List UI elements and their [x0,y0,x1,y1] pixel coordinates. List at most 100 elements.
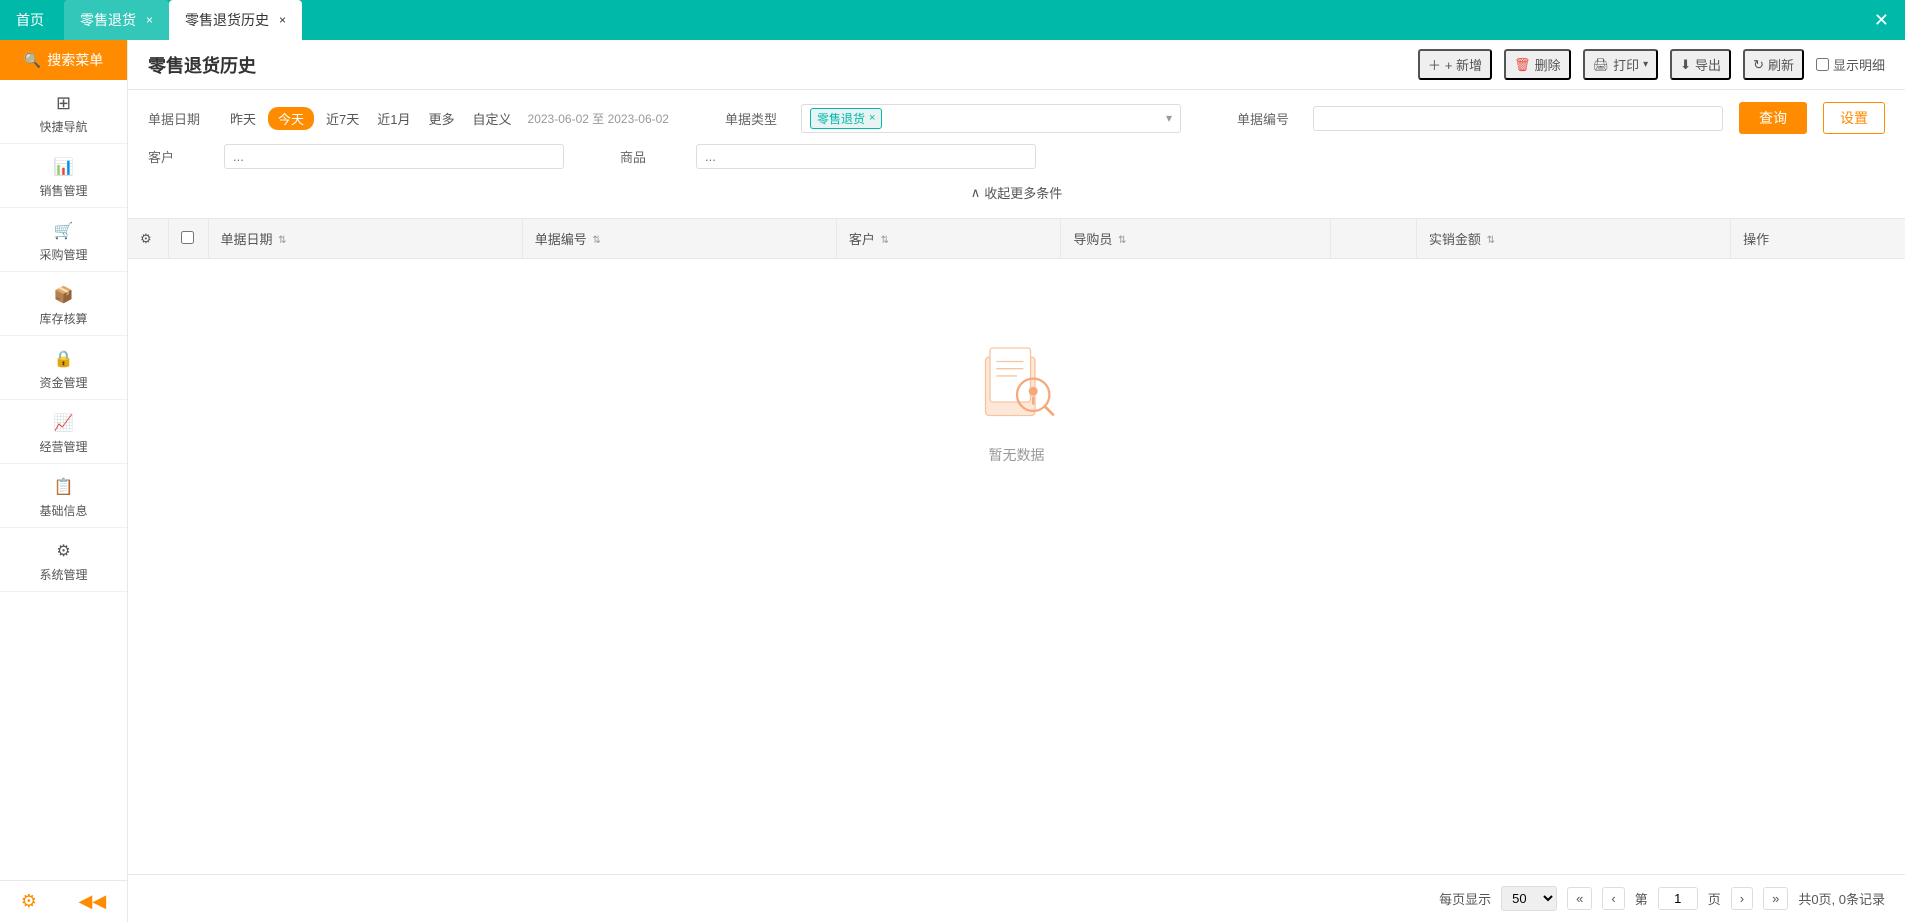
goods-filter-input[interactable] [696,144,1036,169]
collapse-up-icon: ∧ [971,185,981,201]
th-date-sort-icon[interactable]: ⇅ [278,235,286,246]
sidebar-search[interactable]: 🔍 搜索菜单 [0,40,127,80]
date-options: 昨天 今天 近7天 近1月 更多 自定义 2023-06-02 至 2023-0… [224,107,669,130]
sidebar-item-quick-nav-label: 快捷导航 [39,118,87,135]
tab-retail-return-history-close[interactable]: × [279,13,286,27]
refresh-icon: ↻ [1753,57,1764,73]
sidebar-item-operations[interactable]: 📈 经营管理 [0,400,127,464]
sidebar-item-sales-mgmt[interactable]: 📊 销售管理 [0,144,127,208]
first-page-button[interactable]: « [1567,887,1592,910]
th-guide-sort-icon[interactable]: ⇅ [1118,235,1126,246]
tab-retail-return-history[interactable]: 零售退货历史 × [169,0,302,40]
operations-icon: 📈 [53,412,75,434]
sidebar-item-system[interactable]: ⚙ 系统管理 [0,528,127,592]
date-option-yesterday[interactable]: 昨天 [224,107,262,130]
page-label-pre: 第 [1635,889,1648,908]
th-date: 单据日期 ⇅ [208,219,522,259]
customer-filter-input[interactable] [224,144,564,169]
tab-home[interactable]: 首页 [0,0,60,40]
empty-state: 暂无数据 [128,259,1905,545]
current-page-input[interactable] [1658,887,1698,910]
sidebar-nav: ⊞ 快捷导航 📊 销售管理 🛒 采购管理 📦 库存核算 🔒 资金管理 📈 [0,80,127,880]
date-option-1month[interactable]: 近1月 [371,107,416,130]
delete-icon: 🗑 [1514,57,1531,73]
collapse-button[interactable]: ∧ 收起更多条件 [967,179,1067,206]
next-page-button[interactable]: › [1731,887,1753,910]
tab-home-label: 首页 [16,10,44,30]
type-tag-close-icon[interactable]: × [869,112,875,124]
basic-info-icon: 📋 [53,476,75,498]
date-option-custom[interactable]: 自定义 [467,107,518,130]
type-filter-tag: 零售退货 × [810,108,882,129]
sidebar-item-finance[interactable]: 🔒 资金管理 [0,336,127,400]
sidebar-item-purchase-label: 采购管理 [39,246,87,263]
sidebar-item-system-label: 系统管理 [39,566,87,583]
main-layout: 🔍 搜索菜单 ⊞ 快捷导航 📊 销售管理 🛒 采购管理 📦 库存核算 🔒 [0,40,1905,922]
page-title: 零售退货历史 [148,52,1418,78]
sidebar-item-finance-label: 资金管理 [39,374,87,391]
type-dropdown-arrow-icon: ▾ [1166,111,1172,125]
prev-page-button[interactable]: ‹ [1602,887,1624,910]
th-customer-sort-icon[interactable]: ⇅ [881,235,889,246]
print-icon: 🖨 [1593,57,1610,73]
th-customer-label: 客户 [849,232,875,247]
table-area: ⚙ 单据日期 ⇅ 单据编号 ⇅ 客户 [128,219,1905,874]
th-settings[interactable]: ⚙ [128,219,168,259]
content-area: 零售退货历史 ＋ + 新增 🗑 删除 🖨 打印 ▾ ⬇ 导出 [128,40,1905,922]
print-arrow-icon: ▾ [1643,59,1648,70]
delete-button[interactable]: 🗑 删除 [1504,49,1571,80]
export-button[interactable]: ⬇ 导出 [1670,49,1731,80]
data-table: ⚙ 单据日期 ⇅ 单据编号 ⇅ 客户 [128,219,1905,545]
show-detail-checkbox-label[interactable]: 显示明细 [1816,55,1885,74]
th-number-sort-icon[interactable]: ⇅ [592,235,600,246]
th-amount-sort-icon[interactable]: ⇅ [1487,235,1495,246]
type-filter-container[interactable]: 零售退货 × ▾ [801,104,1181,133]
print-button[interactable]: 🖨 打印 ▾ [1583,49,1659,80]
sidebar-item-basic-info[interactable]: 📋 基础信息 [0,464,127,528]
th-guide: 导购员 ⇅ [1061,219,1330,259]
page-size-select[interactable]: 50 10 20 100 [1501,886,1557,911]
th-operation: 操作 [1731,219,1905,259]
print-label: 打印 [1613,55,1639,74]
window-close-button[interactable]: ✕ [1858,10,1905,31]
tab-retail-return[interactable]: 零售退货 × [64,0,169,40]
sidebar-volume-icon[interactable]: ◀◀ [79,891,107,912]
last-page-button[interactable]: » [1763,887,1788,910]
date-option-7days[interactable]: 近7天 [320,107,365,130]
sidebar-settings-icon[interactable]: ⚙ [21,891,37,912]
tab-retail-return-close[interactable]: × [146,13,153,27]
table-body: 暂无数据 [128,259,1905,546]
finance-icon: 🔒 [53,348,75,370]
table-header: ⚙ 单据日期 ⇅ 单据编号 ⇅ 客户 [128,219,1905,259]
system-icon: ⚙ [53,540,75,562]
show-detail-checkbox[interactable] [1816,58,1829,71]
sidebar-item-inventory-label: 库存核算 [39,310,87,327]
sidebar-item-sales-label: 销售管理 [39,182,87,199]
quick-nav-icon: ⊞ [53,92,75,114]
pagination-bar: 每页显示 50 10 20 100 « ‹ 第 页 › » 共0页, 0条记录 [128,874,1905,922]
new-button[interactable]: ＋ + 新增 [1418,49,1492,80]
sidebar-search-label: 搜索菜单 [47,50,103,70]
type-filter-label: 单据类型 [725,109,785,128]
setting-button[interactable]: 设置 [1823,102,1885,134]
delete-label: 删除 [1535,55,1561,74]
sidebar-item-purchase-mgmt[interactable]: 🛒 采购管理 [0,208,127,272]
sales-mgmt-icon: 📊 [53,156,75,178]
sidebar-item-inventory[interactable]: 📦 库存核算 [0,272,127,336]
empty-text: 暂无数据 [989,445,1045,465]
export-label: 导出 [1695,55,1721,74]
sidebar-item-operations-label: 经营管理 [39,438,87,455]
refresh-button[interactable]: ↻ 刷新 [1743,49,1804,80]
export-icon: ⬇ [1680,57,1691,73]
sidebar-item-quick-nav[interactable]: ⊞ 快捷导航 [0,80,127,144]
select-all-checkbox[interactable] [181,231,194,244]
voucher-filter-input[interactable] [1313,106,1723,131]
query-button[interactable]: 查询 [1739,102,1807,134]
date-option-more[interactable]: 更多 [423,107,461,130]
purchase-mgmt-icon: 🛒 [53,220,75,242]
th-checkbox[interactable] [168,219,208,259]
sidebar-item-basic-label: 基础信息 [39,502,87,519]
customer-filter-label: 客户 [148,147,208,166]
date-option-today[interactable]: 今天 [268,107,314,130]
collapse-label: 收起更多条件 [984,183,1062,202]
